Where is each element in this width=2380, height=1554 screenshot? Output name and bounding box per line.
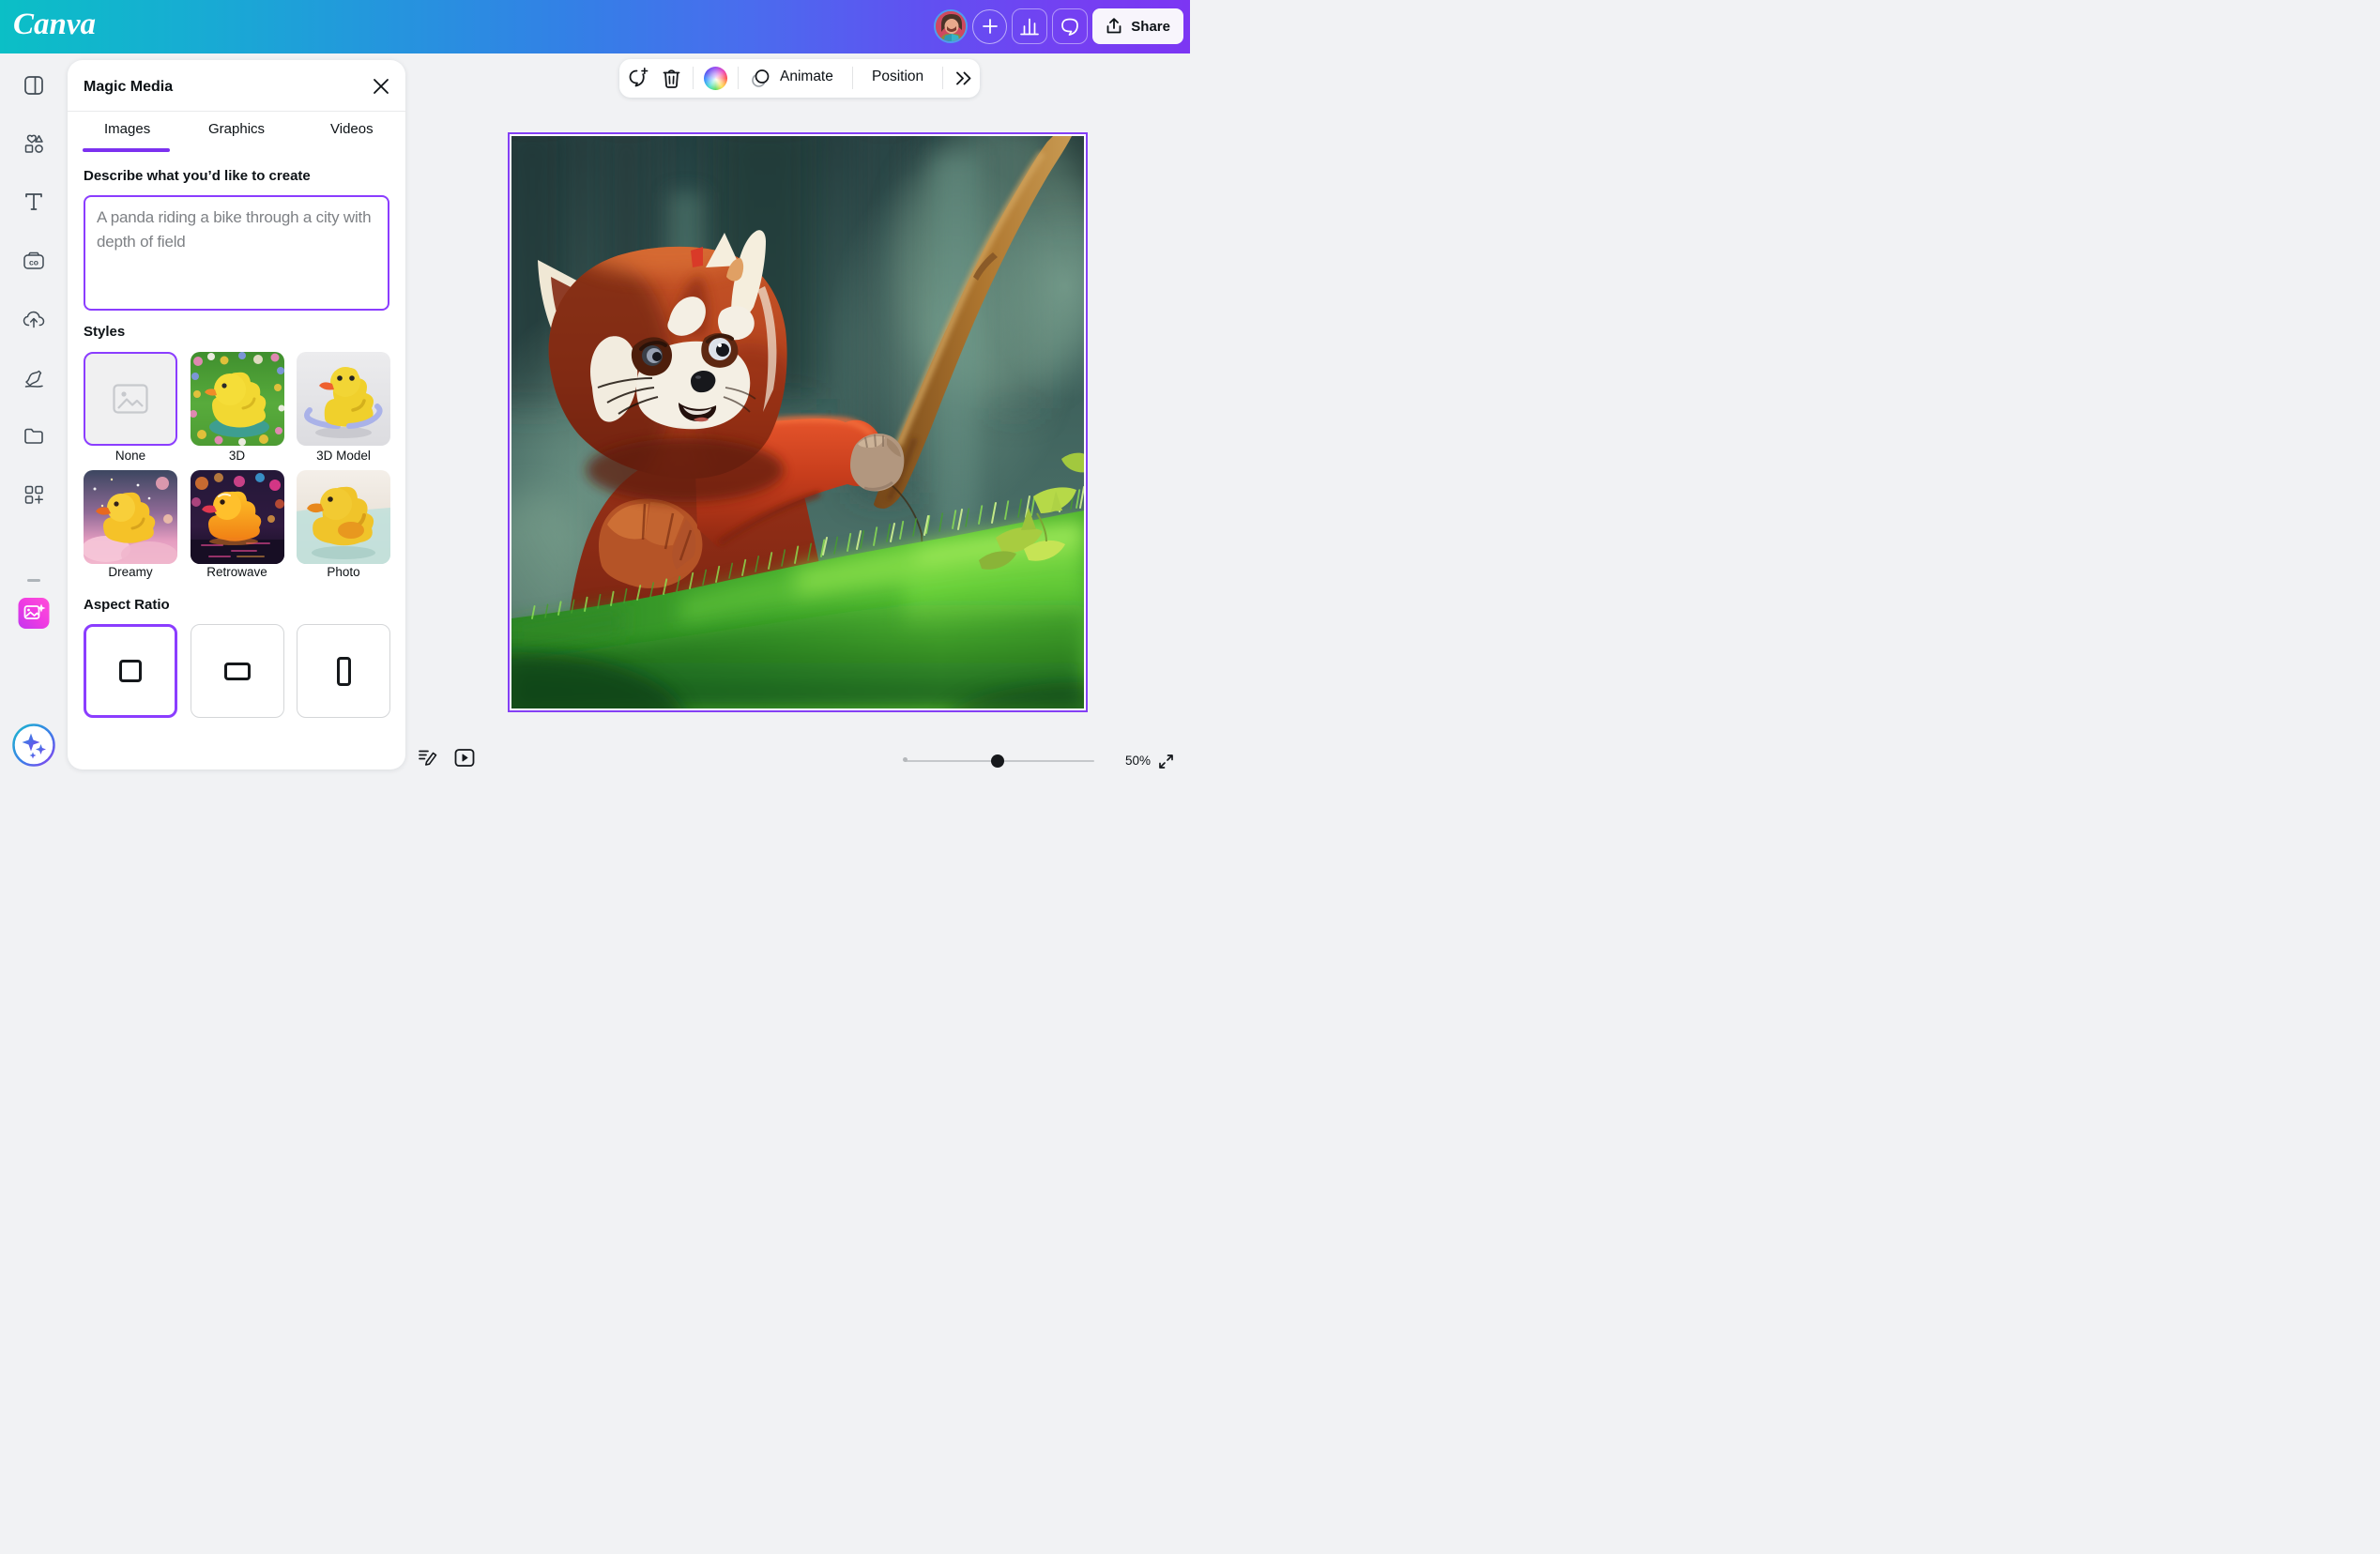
svg-text:co: co <box>29 258 38 267</box>
